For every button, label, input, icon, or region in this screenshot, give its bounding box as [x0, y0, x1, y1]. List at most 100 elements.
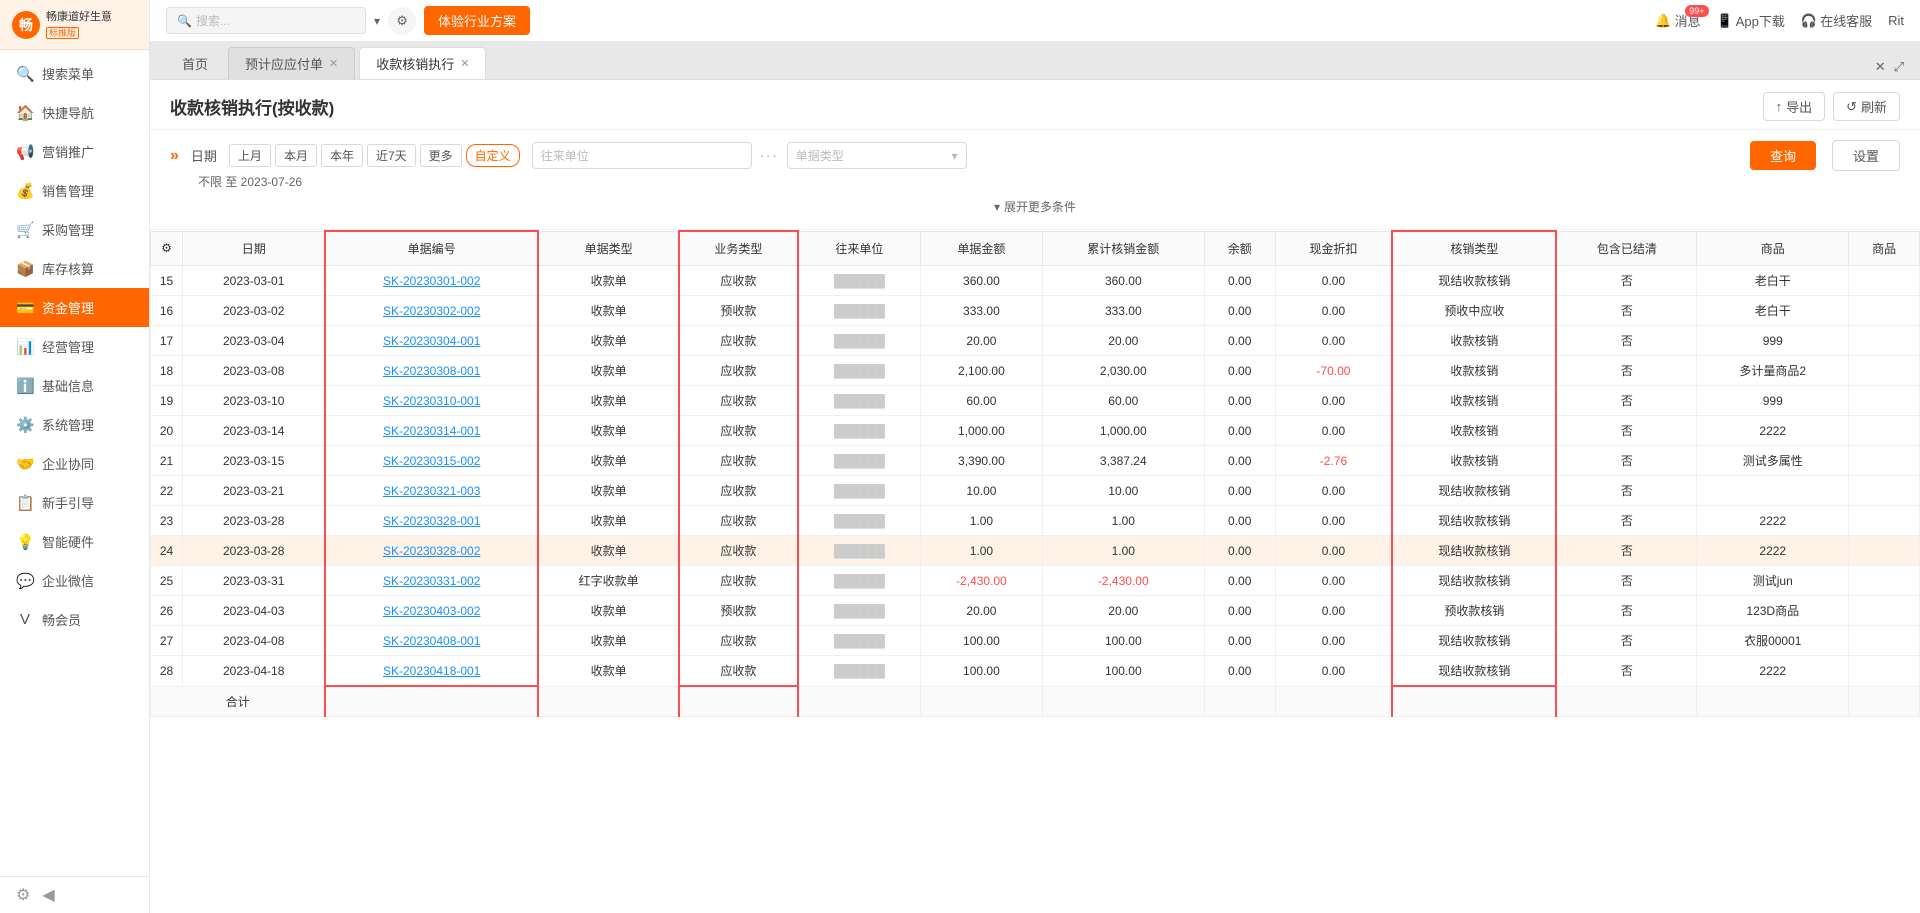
tab-prepayment[interactable]: 预计应应付单 ✕: [228, 47, 355, 79]
th-cum-amount: 累计核销金额: [1042, 231, 1204, 266]
bill-no-link[interactable]: SK-20230328-001: [383, 514, 480, 528]
td-product1: 999: [1697, 386, 1849, 416]
sidebar-settings-icon[interactable]: ⚙: [16, 885, 30, 905]
date-btn-7days[interactable]: 近7天: [367, 144, 416, 167]
bill-no-link[interactable]: SK-20230408-001: [383, 634, 480, 648]
tab-prepayment-close[interactable]: ✕: [329, 57, 338, 70]
tab-collection[interactable]: 收款核销执行 ✕: [359, 47, 486, 79]
th-settings[interactable]: ⚙: [151, 231, 183, 266]
td-product2: [1849, 536, 1920, 566]
td-discount: 0.00: [1275, 326, 1392, 356]
solution-button[interactable]: 体验行业方案: [424, 6, 530, 35]
topbar-dropdown-icon[interactable]: ▾: [374, 14, 380, 28]
sidebar-item-basic[interactable]: ℹ️ 基础信息: [0, 366, 149, 405]
td-biz-type: 应收款: [679, 566, 797, 596]
sidebar-item-wechat[interactable]: 💬 企业微信: [0, 561, 149, 600]
user-link[interactable]: Rit: [1888, 13, 1904, 28]
td-cum-amount: 1.00: [1042, 536, 1204, 566]
topbar-search[interactable]: 🔍 搜索...: [166, 7, 366, 34]
td-product2: [1849, 386, 1920, 416]
td-biz-type: 应收款: [679, 656, 797, 687]
export-button[interactable]: ↑ 导出: [1763, 92, 1826, 121]
td-cancel-type: 现结收款核销: [1392, 506, 1556, 536]
notification-bell[interactable]: 🔔 消息 99+: [1655, 11, 1700, 30]
sidebar-item-sales-label: 销售管理: [42, 181, 94, 200]
date-btn-this-month[interactable]: 本月: [275, 144, 317, 167]
filter-bar: » 日期 上月 本月 本年 近7天 更多 自定义 往来单位 ··· 单据类型 ▾: [150, 130, 1920, 230]
td-discount: -2.76: [1275, 446, 1392, 476]
td-no: 24: [151, 536, 183, 566]
tab-home[interactable]: 首页: [166, 47, 224, 79]
td-amount: 20.00: [921, 596, 1043, 626]
notification-badge: 99+: [1685, 5, 1708, 17]
sidebar-item-member[interactable]: V 畅会员: [0, 600, 149, 639]
filter-type-arrow: ▾: [952, 149, 958, 163]
bill-no-link[interactable]: SK-20230310-001: [383, 394, 480, 408]
sidebar-item-sales[interactable]: 💰 销售管理: [0, 171, 149, 210]
sidebar-item-guide[interactable]: 📋 新手引导: [0, 483, 149, 522]
filter-expand-icon[interactable]: »: [170, 147, 179, 165]
date-btn-more[interactable]: 更多: [420, 144, 462, 167]
expand-more-btn[interactable]: ▾ 展开更多条件: [170, 194, 1900, 219]
td-bill-type: 收款单: [538, 266, 679, 296]
table-area[interactable]: ⚙ 日期 单据编号 单据类型 业务类型 往来单位 单据金额 累计核销金额 余额 …: [150, 230, 1920, 913]
sidebar-item-hardware[interactable]: 💡 智能硬件: [0, 522, 149, 561]
sidebar-item-finance[interactable]: 💳 资金管理: [0, 288, 149, 327]
bill-no-link[interactable]: SK-20230301-002: [383, 274, 480, 288]
tab-collection-close[interactable]: ✕: [460, 57, 469, 70]
footer-amount: [921, 686, 1043, 716]
sidebar-collapse-icon[interactable]: ◀: [42, 885, 54, 905]
td-settled: 否: [1556, 596, 1696, 626]
td-cancel-type: 现结收款核销: [1392, 566, 1556, 596]
footer-product1: [1697, 686, 1849, 716]
query-button[interactable]: 查询: [1750, 141, 1816, 170]
date-btn-last-month[interactable]: 上月: [229, 144, 271, 167]
filter-unit-input[interactable]: 往来单位: [532, 142, 752, 169]
sidebar-item-system[interactable]: ⚙️ 系统管理: [0, 405, 149, 444]
page-actions: ↑ 导出 ↺ 刷新: [1763, 92, 1900, 121]
sidebar-item-inventory[interactable]: 📦 库存核算: [0, 249, 149, 288]
bill-no-link[interactable]: SK-20230314-001: [383, 424, 480, 438]
sidebar-item-search[interactable]: 🔍 搜索菜单: [0, 54, 149, 93]
tab-close-all-icon[interactable]: ✕: [1875, 59, 1886, 75]
sidebar-item-hardware-label: 智能硬件: [42, 532, 94, 551]
topbar-gear-icon[interactable]: ⚙: [388, 7, 416, 35]
refresh-button[interactable]: ↺ 刷新: [1833, 92, 1900, 121]
sidebar-item-operation[interactable]: 📊 经营管理: [0, 327, 149, 366]
footer-biz-type: [679, 686, 797, 716]
member-icon: V: [16, 611, 34, 628]
th-bill-no: 单据编号: [325, 231, 538, 266]
bill-no-link[interactable]: SK-20230328-002: [383, 544, 480, 558]
date-btn-custom[interactable]: 自定义: [466, 144, 520, 167]
td-unit: ██████: [798, 386, 921, 416]
td-settled: 否: [1556, 386, 1696, 416]
bill-no-link[interactable]: SK-20230308-001: [383, 364, 480, 378]
td-no: 16: [151, 296, 183, 326]
sidebar-item-enterprise[interactable]: 🤝 企业协同: [0, 444, 149, 483]
headset-icon: 🎧: [1801, 13, 1817, 29]
tabbar: 首页 预计应应付单 ✕ 收款核销执行 ✕ ✕ ⤢: [150, 42, 1920, 80]
bill-no-link[interactable]: SK-20230304-001: [383, 334, 480, 348]
filter-settings-button[interactable]: 设置: [1832, 140, 1900, 171]
date-btn-this-year[interactable]: 本年: [321, 144, 363, 167]
sidebar-item-search-label: 搜索菜单: [42, 64, 94, 83]
sidebar-item-purchase[interactable]: 🛒 采购管理: [0, 210, 149, 249]
bill-no-link[interactable]: SK-20230315-002: [383, 454, 480, 468]
bill-no-link[interactable]: SK-20230403-002: [383, 604, 480, 618]
td-cum-amount: -2,430.00: [1042, 566, 1204, 596]
td-cancel-type: 现结收款核销: [1392, 476, 1556, 506]
tab-controls: ✕ ⤢: [1875, 59, 1904, 79]
bill-no-link[interactable]: SK-20230321-003: [383, 484, 480, 498]
td-amount: 360.00: [921, 266, 1043, 296]
sidebar-item-quicknav[interactable]: 🏠 快捷导航: [0, 93, 149, 132]
bill-no-link[interactable]: SK-20230302-002: [383, 304, 480, 318]
bill-no-link[interactable]: SK-20230331-002: [383, 574, 480, 588]
app-download-link[interactable]: 📱 App下载: [1717, 11, 1785, 30]
sidebar-item-marketing[interactable]: 📢 营销推广: [0, 132, 149, 171]
online-service-link[interactable]: 🎧 在线客服: [1801, 11, 1872, 30]
bill-no-link[interactable]: SK-20230418-001: [383, 664, 480, 678]
tab-expand-icon[interactable]: ⤢: [1894, 59, 1904, 75]
td-product1: 2222: [1697, 656, 1849, 687]
filter-type-input[interactable]: 单据类型 ▾: [787, 142, 967, 169]
filter-date-buttons: 上月 本月 本年 近7天 更多 自定义: [229, 144, 520, 167]
